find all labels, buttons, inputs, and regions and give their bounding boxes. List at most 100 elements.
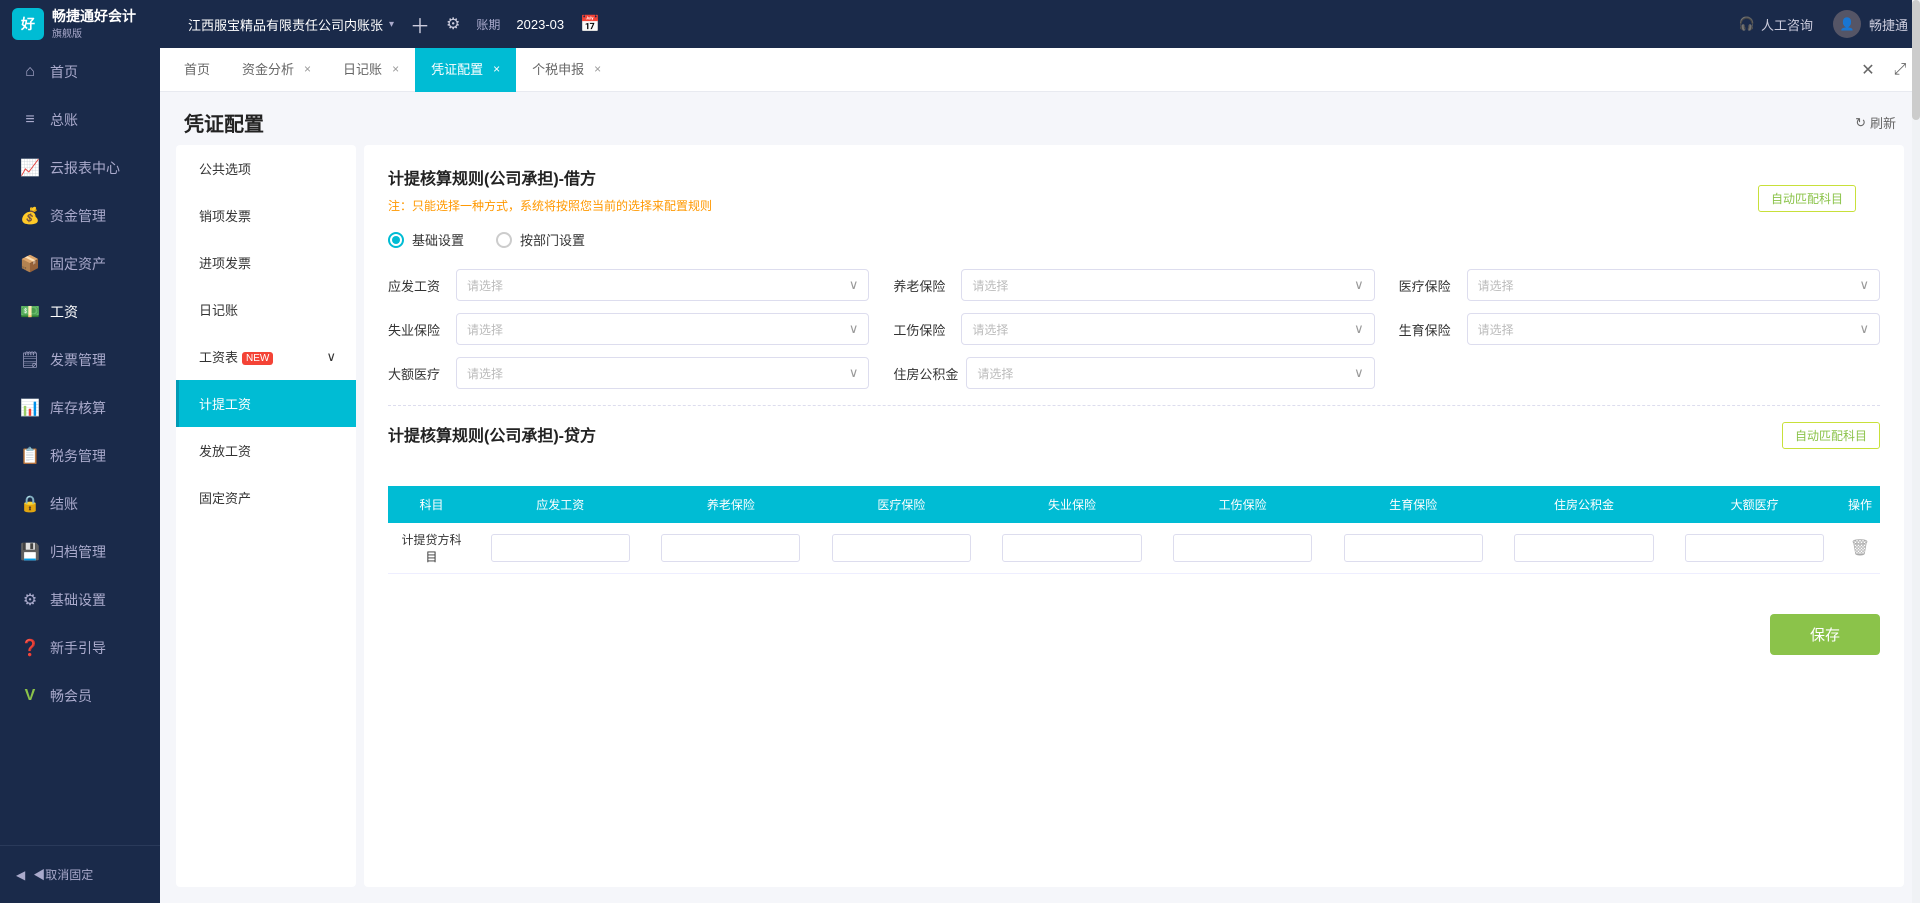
close-voucher-tab[interactable]: ×: [493, 62, 500, 76]
td-shiye: [987, 523, 1158, 574]
consultant-button[interactable]: 🎧 人工咨询: [1739, 15, 1813, 34]
settings-icon[interactable]: ⚙: [446, 14, 460, 34]
tab-diary[interactable]: 日记账 ×: [327, 48, 415, 92]
select-yanglao[interactable]: 请选择 ∨: [961, 269, 1374, 301]
leftnav-fixed-assets[interactable]: 固定资产: [176, 474, 356, 521]
logo-area: 好 畅捷通好会计 旗舰版: [12, 8, 172, 40]
chevron-shengyu: ∨: [1859, 321, 1869, 337]
sidebar-item-ledger[interactable]: ≡ 总账: [0, 96, 160, 144]
sidebar-item-salary[interactable]: 💵 工资: [0, 288, 160, 336]
chevron-yiliao: ∨: [1859, 277, 1869, 293]
inventory-icon: 📊: [20, 398, 40, 418]
refresh-button[interactable]: ↻ 刷新: [1855, 113, 1896, 132]
unpin-label: ◀取消固定: [33, 866, 93, 883]
placeholder-yiliao: 请选择: [1478, 277, 1514, 294]
reports-icon: 📈: [20, 158, 40, 178]
top-actions: ＋ ⚙ 账期 2023-03 📅: [410, 10, 600, 39]
tax-icon: 📋: [20, 446, 40, 466]
input-yanglao[interactable]: [661, 534, 800, 562]
leftnav-salary-table[interactable]: 工资表NEW ∨: [176, 333, 356, 380]
input-gongshang[interactable]: [1173, 534, 1312, 562]
user-area[interactable]: 👤 畅捷通: [1833, 10, 1908, 38]
input-yingfa[interactable]: [491, 534, 630, 562]
leftnav-sales[interactable]: 销项发票: [176, 192, 356, 239]
td-yingfa: [475, 523, 646, 574]
save-button[interactable]: 保存: [1770, 614, 1880, 655]
sidebar-item-archive[interactable]: 💾 归档管理: [0, 528, 160, 576]
tab-home[interactable]: 首页: [168, 48, 226, 92]
company-selector[interactable]: 江西服宝精品有限责任公司内账张 ▾: [188, 15, 394, 34]
refresh-icon: ↻: [1855, 115, 1866, 131]
leftnav-salary-pay[interactable]: 发放工资: [176, 427, 356, 474]
username-label: 畅捷通: [1869, 15, 1908, 34]
sidebar-item-reports[interactable]: 📈 云报表中心: [0, 144, 160, 192]
company-name: 江西服宝精品有限责任公司内账张: [188, 15, 383, 34]
placeholder-yingfa: 请选择: [467, 277, 503, 294]
avatar: 👤: [1833, 10, 1861, 38]
expand-tab-button[interactable]: ⤢: [1888, 58, 1912, 82]
delete-row-button[interactable]: 🗑: [1850, 540, 1870, 557]
refresh-label: 刷新: [1870, 113, 1896, 132]
input-shiye[interactable]: [1002, 534, 1141, 562]
select-gjj[interactable]: 请选择 ∨: [966, 357, 1374, 389]
select-shengyu[interactable]: 请选择 ∨: [1467, 313, 1880, 345]
leftnav-public[interactable]: 公共选项: [176, 145, 356, 192]
field-shiye: 失业保险 请选择 ∨: [388, 313, 869, 345]
tab-tax[interactable]: 个税申报 ×: [516, 48, 617, 92]
calendar-icon[interactable]: 📅: [580, 14, 600, 34]
sidebar-item-member[interactable]: V 畅会员: [0, 672, 160, 720]
th-action: 操作: [1840, 486, 1880, 523]
leftnav-purchase[interactable]: 进项发票: [176, 239, 356, 286]
select-daeyiliao[interactable]: 请选择 ∨: [456, 357, 869, 389]
period-label: 账期: [476, 16, 500, 33]
input-gjj[interactable]: [1514, 534, 1653, 562]
close-tab-button[interactable]: ✕: [1856, 58, 1880, 82]
td-yiliao: [816, 523, 987, 574]
close-tax-tab[interactable]: ×: [594, 62, 601, 76]
placeholder-yanglao: 请选择: [972, 277, 1008, 294]
unpin-button[interactable]: ◀ ◀取消固定: [0, 856, 160, 893]
sidebar-label-member: 畅会员: [50, 686, 92, 706]
input-daeyiliao[interactable]: [1685, 534, 1824, 562]
select-yingfa[interactable]: 请选择 ∨: [456, 269, 869, 301]
expand-icon: ∨: [326, 349, 336, 365]
chevron-gjj: ∨: [1354, 365, 1364, 381]
select-yiliao[interactable]: 请选择 ∨: [1467, 269, 1880, 301]
select-shiye[interactable]: 请选择 ∨: [456, 313, 869, 345]
select-gongshang[interactable]: 请选择 ∨: [961, 313, 1374, 345]
section2-title: 计提核算规则(公司承担)-贷方: [388, 422, 1880, 446]
sidebar-item-close[interactable]: 🔒 结账: [0, 480, 160, 528]
label-shengyu: 生育保险: [1399, 320, 1459, 339]
section2: 计提核算规则(公司承担)-贷方 自动匹配科目 科目 应发工资 养老保险 医疗保险…: [388, 422, 1880, 574]
label-yiliao: 医疗保险: [1399, 276, 1459, 295]
input-shengyu[interactable]: [1344, 534, 1483, 562]
sidebar-item-funds[interactable]: 💰 资金管理: [0, 192, 160, 240]
auto-match-button-2[interactable]: 自动匹配科目: [1782, 422, 1880, 449]
sidebar-item-guide[interactable]: ❓ 新手引导: [0, 624, 160, 672]
leftnav-salary-calc[interactable]: 计提工资: [176, 380, 356, 427]
tab-bar: 首页 资金分析 × 日记账 × 凭证配置 × 个税申报 × ✕ ⤢: [160, 48, 1920, 92]
add-button[interactable]: ＋: [410, 10, 430, 39]
auto-match-button-1[interactable]: 自动匹配科目: [1758, 185, 1856, 212]
input-yiliao[interactable]: [832, 534, 971, 562]
leftnav-diary[interactable]: 日记账: [176, 286, 356, 333]
close-diary-tab[interactable]: ×: [392, 62, 399, 76]
radio-basic[interactable]: 基础设置: [388, 230, 464, 249]
td-row-label: 计提贷方科目: [388, 523, 475, 574]
sidebar-item-invoice[interactable]: 🗒 发票管理: [0, 336, 160, 384]
sidebar-item-settings[interactable]: ⚙ 基础设置: [0, 576, 160, 624]
sidebar-item-inventory[interactable]: 📊 库存核算: [0, 384, 160, 432]
table-row: 计提贷方科目 🗑: [388, 523, 1880, 574]
sidebar-item-tax[interactable]: 📋 税务管理: [0, 432, 160, 480]
scrollbar[interactable]: [1912, 145, 1920, 903]
td-gongshang: [1157, 523, 1328, 574]
sidebar-item-assets[interactable]: 📦 固定资产: [0, 240, 160, 288]
tab-voucher[interactable]: 凭证配置 ×: [415, 48, 516, 92]
field-yingfa: 应发工资 请选择 ∨: [388, 269, 869, 301]
radio-dept[interactable]: 按部门设置: [496, 230, 585, 249]
close-funds-tab[interactable]: ×: [304, 62, 311, 76]
form-grid-row2: 失业保险 请选择 ∨ 工伤保险 请选择 ∨: [388, 313, 1880, 345]
sidebar-item-home[interactable]: ⌂ 首页: [0, 48, 160, 96]
tab-funds[interactable]: 资金分析 ×: [226, 48, 327, 92]
main-layout: ⌂ 首页 ≡ 总账 📈 云报表中心 💰 资金管理 📦 固定资产 💵 工资 🗒 发…: [0, 48, 1920, 903]
